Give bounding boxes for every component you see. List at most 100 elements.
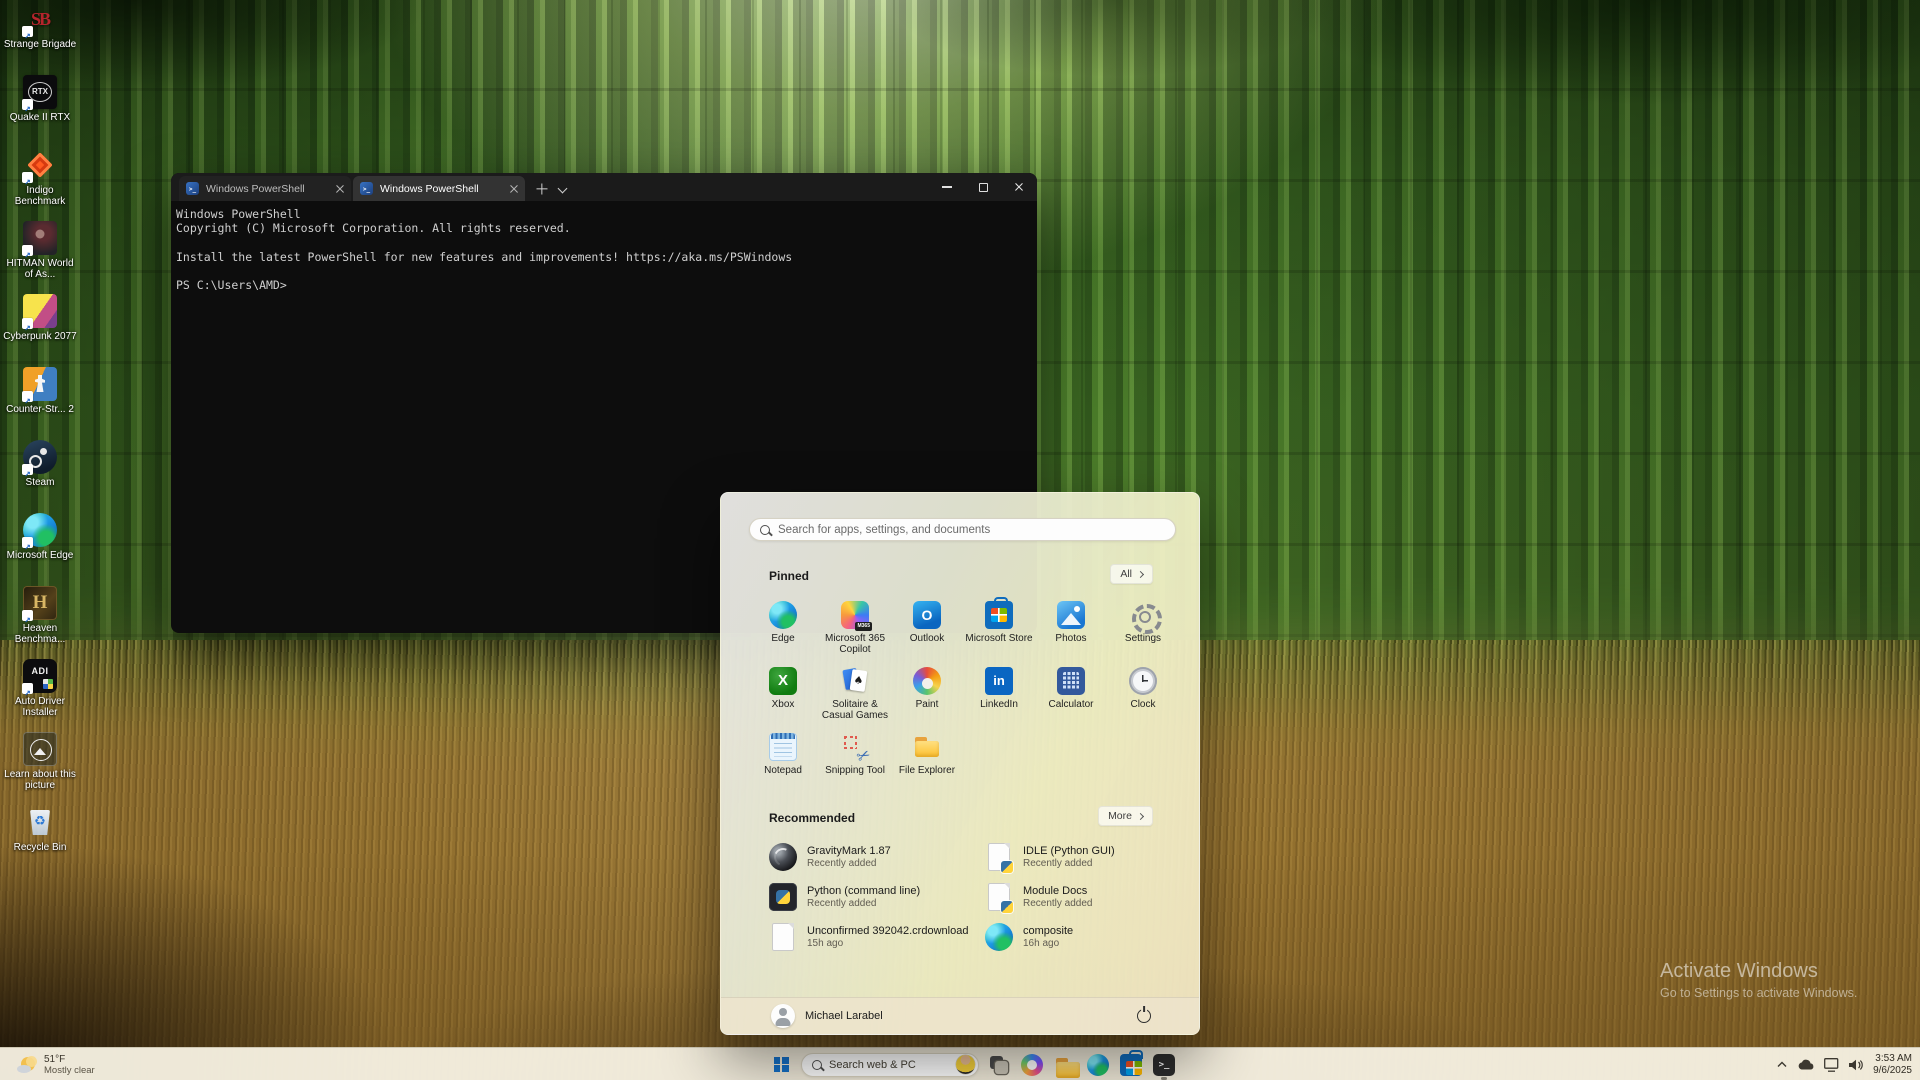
desktop-icon[interactable]: Auto Driver Installer: [2, 659, 78, 732]
pinned-app[interactable]: Microsoft 365 Copilot: [819, 595, 891, 661]
minimize-icon: [942, 186, 952, 187]
activate-watermark: Activate Windows Go to Settings to activ…: [1660, 960, 1857, 1000]
terminal-line: Install the latest PowerShell for new fe…: [176, 250, 1032, 264]
display-icon[interactable]: [1824, 1058, 1839, 1072]
desktop-icon[interactable]: Strange Brigade: [2, 2, 78, 75]
recommended-header: Recommended: [769, 811, 855, 825]
terminal-line: Windows PowerShell: [176, 207, 1032, 221]
start-menu: Pinned All Edge Microsoft 365 Copilot: [720, 492, 1200, 1035]
recommended-item-texts: IDLE (Python GUI) Recently added: [1023, 845, 1115, 869]
pinned-app[interactable]: Clock: [1107, 661, 1179, 727]
speaker-icon[interactable]: [1848, 1059, 1864, 1071]
recommended-item[interactable]: Unconfirmed 392042.crdownload 15h ago: [767, 917, 983, 957]
desktop-icon-label: Recycle Bin: [14, 842, 67, 853]
window-controls: [929, 173, 1037, 201]
desktop-icon[interactable]: HITMAN World of As...: [2, 221, 78, 294]
desktop-icon[interactable]: Steam: [2, 440, 78, 513]
pinned-app[interactable]: LinkedIn: [963, 661, 1035, 727]
user-avatar[interactable]: [771, 1004, 795, 1028]
all-button-label: All: [1120, 568, 1132, 580]
new-tab-button[interactable]: [535, 182, 549, 196]
maximize-button[interactable]: [965, 173, 1001, 201]
desktop-icon[interactable]: Recycle Bin: [2, 805, 78, 878]
recommended-more-button[interactable]: More: [1098, 806, 1153, 826]
taskbar-search[interactable]: Search web & PC: [801, 1053, 979, 1077]
tab-close-icon[interactable]: [509, 184, 518, 193]
pinned-app[interactable]: Snipping Tool: [819, 727, 891, 793]
desktop-icon[interactable]: Learn about this picture: [2, 732, 78, 805]
recommended-item-meta: 16h ago: [1023, 938, 1073, 949]
power-button[interactable]: [1137, 1009, 1151, 1023]
start-search-box[interactable]: [749, 518, 1176, 541]
pinned-app[interactable]: Settings: [1107, 595, 1179, 661]
desktop-icon[interactable]: Indigo Benchmark: [2, 148, 78, 221]
recommended-item-name: Unconfirmed 392042.crdownload: [807, 925, 968, 937]
pinned-app[interactable]: Photos: [1035, 595, 1107, 661]
pinned-app[interactable]: Xbox: [747, 661, 819, 727]
chevron-up-icon[interactable]: [1776, 1059, 1788, 1071]
pinned-app[interactable]: Notepad: [747, 727, 819, 793]
recommended-item-texts: Python (command line) Recently added: [807, 885, 920, 909]
pinned-app-label: Microsoft 365 Copilot: [820, 633, 890, 655]
taskbar: 51°F Mostly clear Search web & PC: [0, 1047, 1920, 1080]
watermark-subtitle: Go to Settings to activate Windows.: [1660, 986, 1857, 1000]
taskbar-app-button[interactable]: [1118, 1052, 1144, 1078]
settings-icon: [1129, 601, 1157, 629]
weather-widget[interactable]: 51°F Mostly clear: [10, 1048, 101, 1080]
recommended-item-name: IDLE (Python GUI): [1023, 845, 1115, 857]
shortcut-arrow-icon: [22, 172, 33, 183]
pinned-app[interactable]: Paint: [891, 661, 963, 727]
desktop-icon-tile: [23, 2, 57, 36]
desktop-icon[interactable]: Microsoft Edge: [2, 513, 78, 586]
pinned-app[interactable]: Solitaire & Casual Games: [819, 661, 891, 727]
tab-close-icon[interactable]: [335, 184, 344, 193]
tray-clock[interactable]: 3:53 AM 9/6/2025: [1873, 1053, 1912, 1076]
terminal-tab[interactable]: Windows PowerShell: [353, 176, 525, 201]
pinned-app[interactable]: Microsoft Store: [963, 595, 1035, 661]
recommended-item[interactable]: Python (command line) Recently added: [767, 877, 983, 917]
recommended-item[interactable]: composite 16h ago: [983, 917, 1199, 957]
chevron-right-icon: [1137, 812, 1144, 819]
desktop-icon[interactable]: Quake II RTX: [2, 75, 78, 148]
shortcut-arrow-icon: [22, 99, 33, 110]
desktop-icon[interactable]: Heaven Benchma...: [2, 586, 78, 659]
close-button[interactable]: [1001, 173, 1037, 201]
shortcut-arrow-icon: [22, 26, 33, 37]
pinned-app[interactable]: File Explorer: [891, 727, 963, 793]
terminal-output[interactable]: Windows PowerShell Copyright (C) Microso…: [171, 201, 1037, 293]
pinned-all-button[interactable]: All: [1110, 564, 1153, 584]
pinned-app[interactable]: Outlook: [891, 595, 963, 661]
desktop-icon[interactable]: Cyberpunk 2077: [2, 294, 78, 367]
taskbar-app-button[interactable]: [986, 1052, 1012, 1078]
recommended-item[interactable]: GravityMark 1.87 Recently added: [767, 837, 983, 877]
terminal-tab[interactable]: Windows PowerShell: [179, 176, 351, 201]
start-button[interactable]: [768, 1052, 794, 1078]
ms-store-icon: [1120, 1054, 1142, 1076]
recommended-item-texts: composite 16h ago: [1023, 925, 1073, 949]
taskbar-app-button[interactable]: [1052, 1052, 1078, 1078]
recommended-item-name: GravityMark 1.87: [807, 845, 891, 857]
start-search-input[interactable]: [778, 524, 1165, 536]
terminal-titlebar[interactable]: Windows PowerShell Windows PowerShell: [171, 173, 1037, 201]
recommended-item[interactable]: Module Docs Recently added: [983, 877, 1199, 917]
moon-cloud-icon: [16, 1055, 38, 1075]
taskbar-app-button[interactable]: [1085, 1052, 1111, 1078]
desktop-icon[interactable]: Counter-Str... 2: [2, 367, 78, 440]
learn-picture-icon: [23, 732, 57, 766]
terminal-tab-title: Windows PowerShell: [206, 183, 328, 195]
ms-store-icon: [985, 601, 1013, 629]
tab-dropdown-icon[interactable]: [558, 184, 568, 194]
tray-date: 9/6/2025: [1873, 1065, 1912, 1077]
minimize-button[interactable]: [929, 173, 965, 201]
taskbar-app-button[interactable]: [1151, 1052, 1177, 1078]
recommended-item-meta: Recently added: [1023, 858, 1115, 869]
recommended-item[interactable]: IDLE (Python GUI) Recently added: [983, 837, 1199, 877]
pinned-app[interactable]: Calculator: [1035, 661, 1107, 727]
pinned-app[interactable]: Edge: [747, 595, 819, 661]
terminal-line: [176, 264, 1032, 278]
photos-icon: [1057, 601, 1085, 629]
user-name[interactable]: Michael Larabel: [805, 1010, 883, 1022]
onedrive-icon[interactable]: [1797, 1059, 1815, 1071]
pinned-app-label: Outlook: [910, 633, 944, 644]
taskbar-app-button[interactable]: [1019, 1052, 1045, 1078]
